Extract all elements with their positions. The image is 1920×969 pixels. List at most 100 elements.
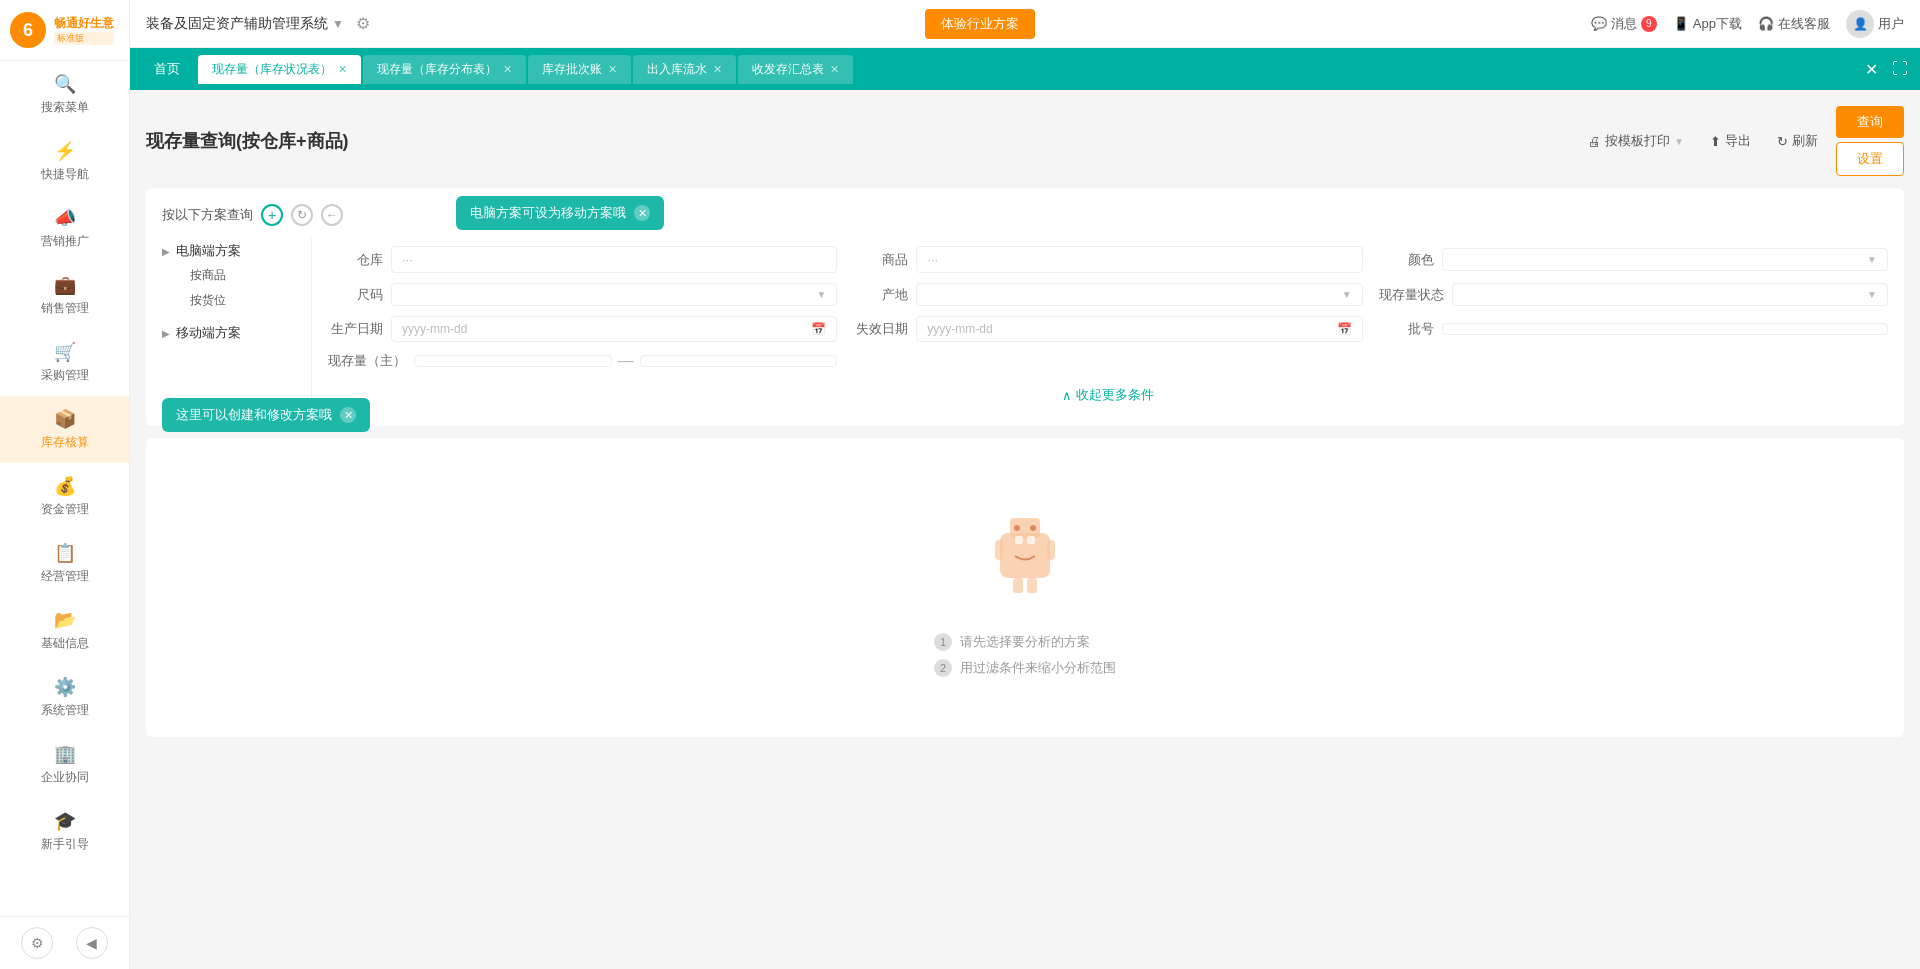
sidebar-item-basic[interactable]: 📂 基础信息 xyxy=(0,597,129,664)
expand-tabs-icon[interactable]: ⛶ xyxy=(1888,60,1912,79)
settings-btn[interactable]: ⚙ xyxy=(21,927,53,959)
batch-input[interactable] xyxy=(1442,323,1888,335)
sidebar-item-finance[interactable]: 💰 资金管理 xyxy=(0,463,129,530)
filter-grid: 仓库 ··· 商品 ··· 颜色 xyxy=(328,246,1888,370)
stock-status-input[interactable]: ▼ xyxy=(1452,283,1888,306)
filter-cell-batch: 批号 xyxy=(1379,316,1888,342)
stock-status-label: 现存量状态 xyxy=(1379,286,1444,304)
settings-gear-icon[interactable]: ⚙ xyxy=(356,14,370,33)
scheme-sub-item-location[interactable]: 按货位 xyxy=(182,289,299,312)
user-action[interactable]: 👤 用户 xyxy=(1846,10,1904,38)
dropdown-arrow-icon: ▼ xyxy=(332,17,344,31)
sidebar-item-purchase[interactable]: 🛒 采购管理 xyxy=(0,329,129,396)
guide-icon: 🎓 xyxy=(54,810,76,832)
tab-inout[interactable]: 出入库流水 ✕ xyxy=(633,55,736,84)
app-download-action[interactable]: 📱 App下载 xyxy=(1673,15,1742,33)
filter-cell-goods: 商品 ··· xyxy=(853,246,1362,273)
svg-rect-6 xyxy=(995,540,1003,560)
stock-qty-to[interactable] xyxy=(640,355,838,367)
tab-receipt-summary[interactable]: 收发存汇总表 ✕ xyxy=(738,55,853,84)
enterprise-icon: 🏢 xyxy=(54,743,76,765)
sales-icon: 💼 xyxy=(54,274,76,296)
goods-input[interactable]: ··· xyxy=(916,246,1362,273)
system-name: 装备及固定资产辅助管理系统 xyxy=(146,15,328,33)
tab-home[interactable]: 首页 xyxy=(138,54,196,84)
tab-inventory-status[interactable]: 现存量（库存状况表） ✕ xyxy=(198,55,361,84)
sidebar-item-label: 营销推广 xyxy=(41,233,89,250)
svg-point-2 xyxy=(1014,525,1020,531)
sidebar-item-operation[interactable]: 📋 经营管理 xyxy=(0,530,129,597)
sidebar-item-search[interactable]: 🔍 搜索菜单 xyxy=(0,61,129,128)
tab-close-icon[interactable]: ✕ xyxy=(713,63,722,76)
warehouse-input[interactable]: ··· xyxy=(391,246,837,273)
tab-close-icon[interactable]: ✕ xyxy=(608,63,617,76)
warehouse-dots: ··· xyxy=(402,252,413,267)
stock-qty-from[interactable] xyxy=(414,355,612,367)
svg-point-3 xyxy=(1030,525,1036,531)
sidebar-item-label: 库存核算 xyxy=(41,434,89,451)
origin-input[interactable]: ▼ xyxy=(916,283,1362,306)
logo-icon: 6 xyxy=(10,12,46,48)
industry-btn[interactable]: 体验行业方案 xyxy=(925,9,1035,39)
print-btn[interactable]: 🖨 按模板打印 ▼ xyxy=(1580,128,1692,154)
filter-cell-expire-date: 失效日期 yyyy-mm-dd 📅 xyxy=(853,316,1362,342)
collapse-btn[interactable]: ∧ 收起更多条件 xyxy=(328,380,1888,410)
refresh-btn[interactable]: ↻ 刷新 xyxy=(1769,128,1826,154)
topbar-right: 💬 消息 9 📱 App下载 🎧 在线客服 👤 用户 xyxy=(1591,10,1904,38)
collapse-sidebar-btn[interactable]: ◀ xyxy=(76,927,108,959)
pc-scheme-item[interactable]: ▶ 电脑端方案 xyxy=(162,238,299,264)
finance-icon: 💰 xyxy=(54,475,76,497)
tab-batch[interactable]: 库存批次账 ✕ xyxy=(528,55,631,84)
scheme-tooltip-close[interactable]: ✕ xyxy=(634,205,650,221)
prod-date-input[interactable]: yyyy-mm-dd 📅 xyxy=(391,316,837,342)
refresh-scheme-btn[interactable]: ↻ xyxy=(291,204,313,226)
sidebar-item-enterprise[interactable]: 🏢 企业协同 xyxy=(0,731,129,798)
sidebar-item-sales[interactable]: 💼 销售管理 xyxy=(0,262,129,329)
color-input[interactable]: ▼ xyxy=(1442,248,1888,271)
scheme-tree: ▶ 电脑端方案 按商品 按货位 ▶ 移动端方案 xyxy=(162,238,312,410)
export-btn[interactable]: ⬆ 导出 xyxy=(1702,128,1759,154)
close-all-tabs-icon[interactable]: ✕ xyxy=(1861,60,1882,79)
reset-button[interactable]: 设置 xyxy=(1836,142,1904,176)
tab-label: 现存量（库存状况表） xyxy=(212,61,332,78)
system-selector[interactable]: 装备及固定资产辅助管理系统 ▼ xyxy=(146,15,344,33)
headset-icon: 🎧 xyxy=(1758,16,1774,31)
sidebar-item-system[interactable]: ⚙️ 系统管理 xyxy=(0,664,129,731)
expire-date-input[interactable]: yyyy-mm-dd 📅 xyxy=(916,316,1362,342)
tab-close-icon[interactable]: ✕ xyxy=(830,63,839,76)
size-input[interactable]: ▼ xyxy=(391,283,837,306)
filter-panel: 按以下方案查询 + ↻ ← 电脑方案可设为移动方案哦 ✕ ▶ 电脑端方 xyxy=(146,188,1904,426)
sidebar-item-marketing[interactable]: 📣 营销推广 xyxy=(0,195,129,262)
filter-cell-stock-status: 现存量状态 ▼ xyxy=(1379,283,1888,306)
tab-inventory-dist[interactable]: 现存量（库存分布表） ✕ xyxy=(363,55,526,84)
logo-badge: 标准版 xyxy=(54,32,114,45)
scheme-sub-item-goods[interactable]: 按商品 xyxy=(182,264,299,287)
message-action[interactable]: 💬 消息 9 xyxy=(1591,15,1657,33)
filter-cell-color: 颜色 ▼ xyxy=(1379,246,1888,273)
basic-icon: 📂 xyxy=(54,609,76,631)
filter-cell-stock-qty: 现存量（主） — xyxy=(328,352,837,370)
tab-close-icon[interactable]: ✕ xyxy=(503,63,512,76)
sidebar: 6 畅通好生意 标准版 🔍 搜索菜单 ⚡ 快捷导航 📣 营销推广 💼 销售管理 … xyxy=(0,0,130,969)
topbar-center: 体验行业方案 xyxy=(925,9,1035,39)
support-action[interactable]: 🎧 在线客服 xyxy=(1758,15,1830,33)
filter-header: 按以下方案查询 + ↻ ← 电脑方案可设为移动方案哦 ✕ xyxy=(162,204,1888,226)
tab-close-icon[interactable]: ✕ xyxy=(338,63,347,76)
sidebar-item-inventory[interactable]: 📦 库存核算 xyxy=(0,396,129,463)
prod-date-label: 生产日期 xyxy=(328,320,383,338)
add-scheme-btn[interactable]: + xyxy=(261,204,283,226)
create-scheme-tooltip-close[interactable]: ✕ xyxy=(340,407,356,423)
logo-name: 畅通好生意 xyxy=(54,15,114,32)
svg-rect-7 xyxy=(1047,540,1055,560)
sidebar-item-guide[interactable]: 🎓 新手引导 xyxy=(0,798,129,865)
back-btn[interactable]: ← xyxy=(321,204,343,226)
pc-scheme-sub: 按商品 按货位 xyxy=(182,264,299,312)
sidebar-item-shortcut[interactable]: ⚡ 快捷导航 xyxy=(0,128,129,195)
stock-status-arrow-icon: ▼ xyxy=(1867,289,1877,300)
query-button[interactable]: 查询 xyxy=(1836,106,1904,138)
avatar: 👤 xyxy=(1846,10,1874,38)
system-icon: ⚙️ xyxy=(54,676,76,698)
origin-arrow-icon: ▼ xyxy=(1342,289,1352,300)
size-arrow-icon: ▼ xyxy=(816,289,826,300)
mobile-scheme-item[interactable]: ▶ 移动端方案 xyxy=(162,320,299,346)
